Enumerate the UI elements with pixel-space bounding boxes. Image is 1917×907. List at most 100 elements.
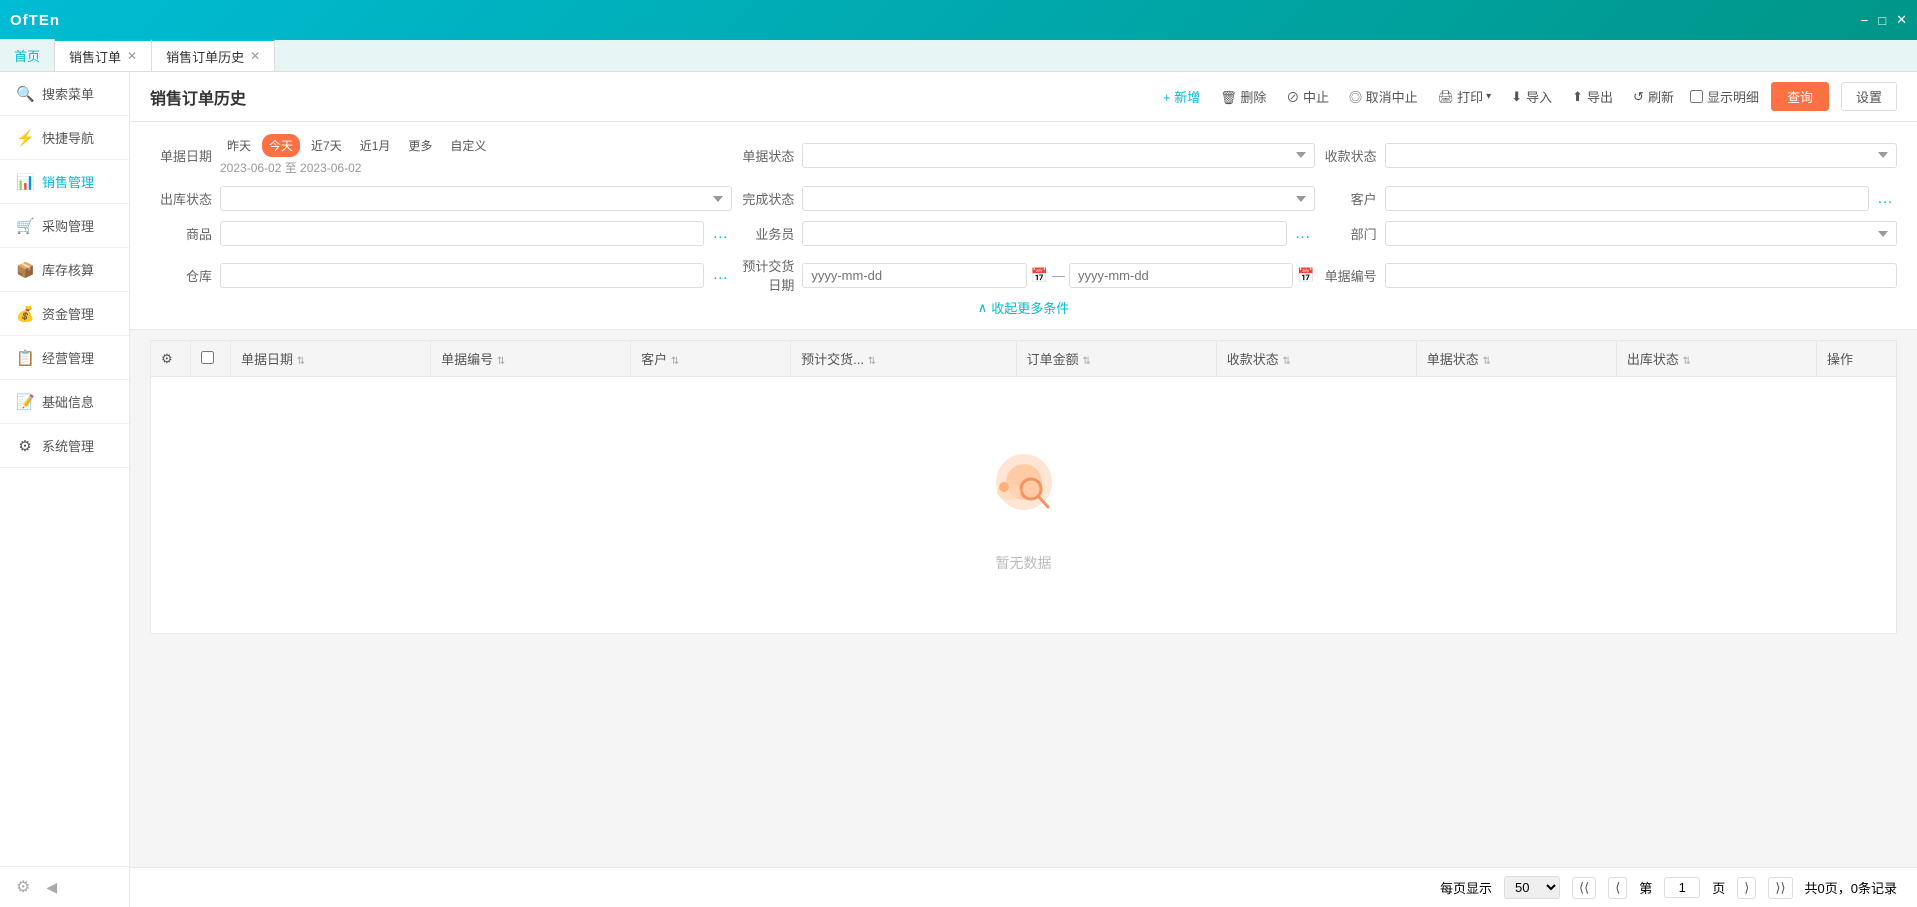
filter-row-1: 单据日期 昨天 今天 近7天 近1月 更多 自定义 2023-06-02 至 2… — [150, 134, 1897, 176]
order-status-select[interactable] — [802, 143, 1314, 168]
collapse-icon: ∧ — [978, 300, 988, 316]
toolbar: + 新增 🗑 删除 ⊘ 中止 ◎ 取消中止 🖨 🖨 打印 打印 ▾ ⬇ 导入 ⬆… — [1159, 82, 1897, 111]
department-control — [1385, 221, 1897, 246]
refresh-button[interactable]: ↺ 刷新 — [1629, 85, 1678, 108]
filter-order-status: 单据状态 — [732, 134, 1314, 176]
page-suffix: 页 — [1712, 878, 1725, 897]
next-page-button[interactable]: ⟩ — [1737, 877, 1756, 899]
th-amount[interactable]: 订单金额 ⇅ — [1016, 341, 1216, 377]
payment-status-select[interactable] — [1385, 143, 1897, 168]
order-no-input[interactable] — [1385, 263, 1897, 288]
import-button[interactable]: ⬇ 导入 — [1507, 85, 1556, 108]
th-payment-status[interactable]: 收款状态 ⇅ — [1216, 341, 1416, 377]
delete-button[interactable]: 🗑 删除 — [1216, 85, 1270, 108]
date-btn-yesterday[interactable]: 昨天 — [220, 134, 258, 157]
th-delivery-status[interactable]: 出库状态 ⇅ — [1616, 341, 1816, 377]
print-dropdown-icon: ▾ — [1486, 91, 1491, 102]
new-button[interactable]: + 新增 — [1159, 85, 1204, 108]
order-no-control — [1385, 263, 1897, 288]
sidebar-item-basics[interactable]: 📝 基础信息 — [0, 380, 129, 424]
date-btn-7days[interactable]: 近7天 — [304, 134, 349, 157]
delivery-date-from[interactable] — [802, 263, 1026, 288]
close-icon[interactable]: ✕ — [1896, 12, 1907, 28]
collapse-button[interactable]: ∧ 收起更多条件 — [978, 298, 1070, 317]
tab-sales-order[interactable]: 销售订单 ✕ — [55, 39, 152, 71]
calendar-to-icon[interactable]: 📅 — [1297, 267, 1314, 284]
order-status-label: 单据状态 — [732, 146, 802, 165]
th-settings[interactable]: ⚙ — [151, 341, 191, 377]
query-button[interactable]: 查询 — [1771, 82, 1829, 111]
sidebar-collapse-icon[interactable]: ◀ — [46, 879, 57, 896]
sort-delivery-status-icon: ⇅ — [1683, 356, 1691, 367]
last-page-button[interactable]: ⟩⟩ — [1768, 877, 1792, 899]
th-customer[interactable]: 客户 ⇅ — [631, 341, 791, 377]
filter-department: 部门 — [1315, 221, 1897, 246]
department-select[interactable] — [1385, 221, 1897, 246]
th-order-status[interactable]: 单据状态 ⇅ — [1416, 341, 1616, 377]
th-number-label: 单据编号 — [441, 352, 493, 367]
empty-state: 暂无数据 — [151, 377, 1896, 633]
sidebar-purchase-label: 采购管理 — [42, 216, 94, 235]
filter-delivery-date: 预计交货日期 📅 — 📅 — [732, 256, 1314, 294]
minimize-icon[interactable]: − — [1861, 13, 1869, 28]
date-btn-custom[interactable]: 自定义 — [443, 134, 493, 157]
export-button[interactable]: ⬆ 导出 — [1568, 85, 1617, 108]
tab-sales-history-close[interactable]: ✕ — [250, 49, 260, 63]
print-button[interactable]: 🖨 🖨 打印 打印 ▾ — [1434, 85, 1496, 108]
customer-input[interactable] — [1385, 186, 1869, 211]
sort-customer-icon: ⇅ — [671, 356, 679, 367]
delivery-date-to[interactable] — [1069, 263, 1293, 288]
salesman-more[interactable]: … — [1291, 225, 1315, 243]
salesman-control: … — [802, 221, 1314, 246]
date-btn-1month[interactable]: 近1月 — [353, 134, 398, 157]
stop-button[interactable]: ⊘ 中止 — [1282, 85, 1333, 108]
th-delivery-label: 预计交货... — [801, 352, 864, 367]
tab-sales-history[interactable]: 销售订单历史 ✕ — [152, 39, 275, 71]
sidebar-settings-icon[interactable]: ⚙ — [16, 877, 30, 897]
empty-row: 暂无数据 — [151, 377, 1897, 634]
th-date[interactable]: 单据日期 ⇅ — [231, 341, 431, 377]
tab-sales-order-close[interactable]: ✕ — [127, 49, 137, 63]
th-checkbox[interactable] — [191, 341, 231, 377]
product-input[interactable] — [220, 221, 704, 246]
select-all-checkbox[interactable] — [201, 351, 214, 364]
settings-button[interactable]: 设置 — [1841, 82, 1897, 111]
tab-home[interactable]: 首页 — [0, 39, 55, 71]
date-btn-more[interactable]: 更多 — [401, 134, 439, 157]
warehouse-label: 仓库 — [150, 266, 220, 285]
sidebar-item-operations[interactable]: 📋 经营管理 — [0, 336, 129, 380]
order-status-control — [802, 143, 1314, 168]
prev-page-button[interactable]: ⟨ — [1608, 877, 1627, 899]
date-btn-today[interactable]: 今天 — [262, 134, 300, 157]
sidebar-item-inventory[interactable]: 📦 库存核算 — [0, 248, 129, 292]
sidebar: 🔍 搜索菜单 ⚡ 快捷导航 📊 销售管理 🛒 采购管理 📦 库存核算 💰 资金管… — [0, 72, 130, 907]
page-size-select[interactable]: 50 20 100 — [1504, 876, 1560, 899]
salesman-input[interactable] — [802, 221, 1286, 246]
sidebar-operations-label: 经营管理 — [42, 348, 94, 367]
maximize-icon[interactable]: □ — [1878, 13, 1886, 28]
empty-text: 暂无数据 — [996, 553, 1052, 573]
page-input[interactable] — [1664, 877, 1700, 898]
first-page-button[interactable]: ⟨⟨ — [1572, 877, 1596, 899]
warehouse-input[interactable] — [220, 263, 704, 288]
complete-status-control — [802, 186, 1314, 211]
sidebar-item-finance[interactable]: 💰 资金管理 — [0, 292, 129, 336]
tab-home-label: 首页 — [14, 46, 40, 65]
sidebar-item-purchase[interactable]: 🛒 采购管理 — [0, 204, 129, 248]
sidebar-item-sales[interactable]: 📊 销售管理 — [0, 160, 129, 204]
sidebar-item-search[interactable]: 🔍 搜索菜单 — [0, 72, 129, 116]
display-detail-checkbox[interactable] — [1690, 90, 1703, 103]
cancel-stop-button[interactable]: ◎ 取消中止 — [1345, 85, 1422, 108]
table-area: ⚙ 单据日期 ⇅ 单据编号 ⇅ — [130, 330, 1917, 867]
delivery-status-select[interactable] — [220, 186, 732, 211]
sidebar-item-quicknav[interactable]: ⚡ 快捷导航 — [0, 116, 129, 160]
settings-icon[interactable]: ⚙ — [161, 351, 173, 366]
customer-more[interactable]: … — [1873, 190, 1897, 208]
th-delivery[interactable]: 预计交货... ⇅ — [791, 341, 1017, 377]
warehouse-more[interactable]: … — [708, 266, 732, 284]
complete-status-select[interactable] — [802, 186, 1314, 211]
th-number[interactable]: 单据编号 ⇅ — [431, 341, 631, 377]
sidebar-item-system[interactable]: ⚙ 系统管理 — [0, 424, 129, 468]
calendar-from-icon[interactable]: 📅 — [1031, 267, 1048, 284]
product-more[interactable]: … — [708, 225, 732, 243]
